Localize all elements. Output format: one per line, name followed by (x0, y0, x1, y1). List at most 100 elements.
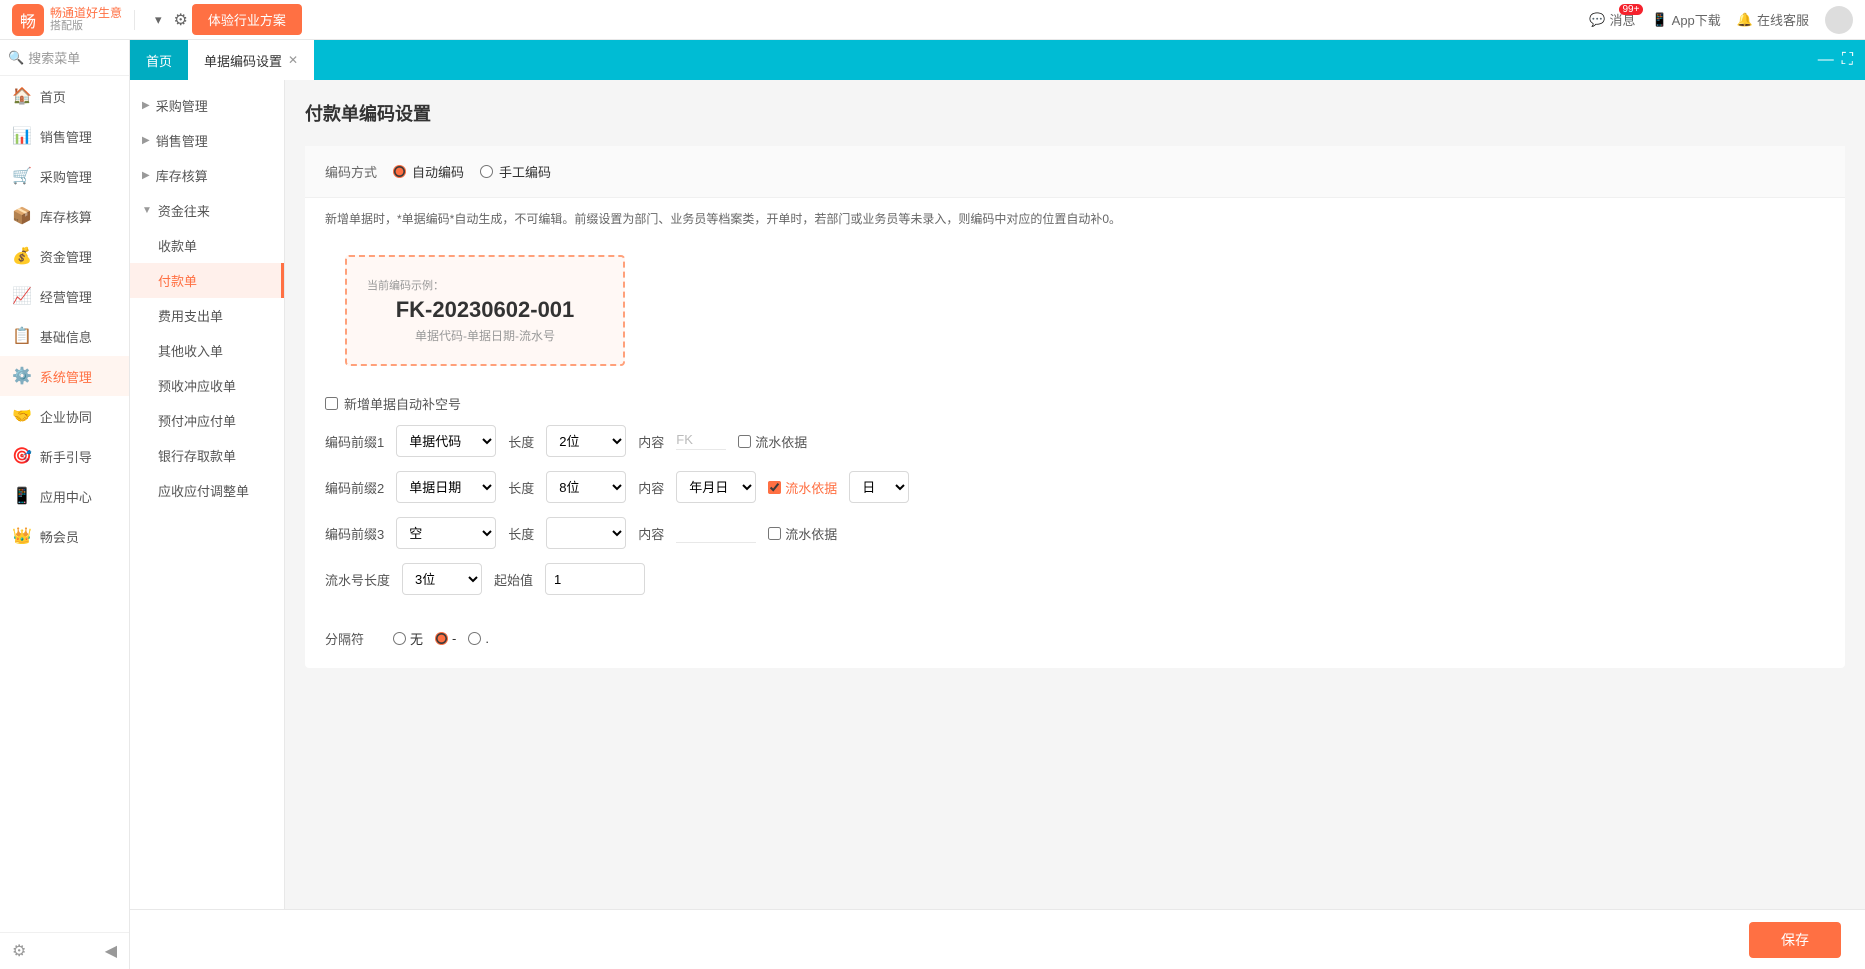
sep-dash[interactable]: - (435, 631, 456, 646)
sub-menu-inventory: ▶ 库存核算 (130, 158, 284, 193)
inventory-arrow-icon: ▶ (142, 170, 150, 181)
auto-fill-row: 新增单据自动补空号 (305, 390, 1845, 425)
bottom-collapse-icon[interactable]: ◀ (105, 941, 117, 961)
sep-none-input[interactable] (393, 632, 406, 645)
sub-menu-expense[interactable]: 费用支出单 (130, 298, 284, 333)
operations-icon: 📈 (12, 286, 32, 306)
sidebar-item-enterprise[interactable]: 🤝 企业协同 (0, 396, 129, 436)
sidebar-item-appcenter[interactable]: 📱 应用中心 (0, 476, 129, 516)
sidebar-item-basic[interactable]: 📋 基础信息 (0, 316, 129, 356)
radio-manual[interactable]: 手工编码 (480, 162, 551, 181)
sep-none[interactable]: 无 (393, 629, 423, 648)
prefix1-select[interactable]: 单据代码 空 部门 (396, 425, 496, 457)
topbar: 畅 畅通道好生意 搭配版 ▾ ⚙ 体验行业方案 💬 消息 99+ 📱 App下载… (0, 0, 1865, 40)
tab-minimize-icon[interactable]: — (1818, 51, 1834, 69)
content2-select[interactable]: 年月日 年月 年 (676, 471, 756, 503)
sidebar-item-sales[interactable]: 📊 销售管理 (0, 116, 129, 156)
sub-menu-bank-deposit[interactable]: 银行存取款单 (130, 438, 284, 473)
encode-method-label: 编码方式 (325, 162, 377, 181)
day-select[interactable]: 日 月 年 (849, 471, 909, 503)
sales-arrow-icon: ▶ (142, 135, 150, 146)
tab-bar-actions: — ⛶ (1806, 51, 1865, 69)
capital-children: 收款单 付款单 费用支出单 其他收入单 预收冲应收单 预付冲应付单 银行存取款单… (130, 228, 284, 508)
sep-dot-input[interactable] (468, 632, 481, 645)
sidebar-item-newguide[interactable]: 🎯 新手引导 (0, 436, 129, 476)
radio-auto-input[interactable] (393, 165, 406, 178)
sidebar-item-purchase[interactable]: 🛒 采购管理 (0, 156, 129, 196)
prefix3-row: 编码前缀3 空 单据代码 部门 长度 内容 (325, 517, 1825, 549)
service-icon: 🔔 (1737, 12, 1753, 28)
prefix3-select[interactable]: 空 单据代码 部门 (396, 517, 496, 549)
logo-text: 畅通道好生意 搭配版 (50, 6, 122, 34)
serial-check2-input[interactable] (768, 481, 781, 494)
length1-label: 长度 (508, 432, 534, 451)
tab-serial-settings[interactable]: 单据编码设置 ✕ (188, 40, 314, 80)
app-download-item[interactable]: 📱 App下载 (1651, 10, 1720, 29)
sub-menu-capital-title[interactable]: ▼ 资金往来 (130, 193, 284, 228)
sidebar-item-inventory[interactable]: 📦 库存核算 (0, 196, 129, 236)
inventory-icon: 📦 (12, 206, 32, 226)
tab-maximize-icon[interactable]: ⛶ (1842, 51, 1853, 69)
serial-length-select[interactable]: 3位 4位 5位 (402, 563, 482, 595)
logo-icon: 畅 (12, 4, 44, 36)
length3-select[interactable] (546, 517, 626, 549)
sub-menu-purchase-title[interactable]: ▶ 采购管理 (130, 88, 284, 123)
sep-dot[interactable]: . (468, 631, 489, 646)
sub-menu-payment[interactable]: 付款单 (130, 263, 284, 298)
bottom-settings-icon[interactable]: ⚙ (12, 941, 26, 961)
serial-row: 流水号长度 3位 4位 5位 起始值 (325, 563, 1825, 595)
sidebar-search[interactable]: 🔍 搜索菜单 (0, 40, 129, 76)
tab-bar: 首页 单据编码设置 ✕ — ⛶ (130, 40, 1865, 80)
sub-menu-receipt[interactable]: 收款单 (130, 228, 284, 263)
radio-manual-input[interactable] (480, 165, 493, 178)
prefix2-select[interactable]: 单据日期 空 部门 (396, 471, 496, 503)
radio-auto[interactable]: 自动编码 (393, 162, 464, 181)
tab-home[interactable]: 首页 (130, 40, 188, 80)
sub-menu-other-income[interactable]: 其他收入单 (130, 333, 284, 368)
prefix2-label: 编码前缀2 (325, 478, 384, 497)
page-title: 付款单编码设置 (305, 100, 1845, 126)
sub-menu-prepay-receive[interactable]: 预收冲应收单 (130, 368, 284, 403)
serial-check3[interactable]: 流水依据 (768, 524, 837, 543)
content1-value: FK (676, 432, 726, 450)
home-icon: 🏠 (12, 86, 32, 106)
prefix1-label: 编码前缀1 (325, 432, 384, 451)
serial-check2[interactable]: 流水依据 (768, 478, 837, 497)
save-button[interactable]: 保存 (1749, 922, 1841, 958)
trial-button[interactable]: 体验行业方案 (192, 4, 302, 35)
settings-icon[interactable]: ⚙ (174, 10, 188, 30)
sidebar-item-operations[interactable]: 📈 经营管理 (0, 276, 129, 316)
length2-label: 长度 (508, 478, 534, 497)
sidebar-item-home[interactable]: 🏠 首页 (0, 76, 129, 116)
serial-check1[interactable]: 流水依据 (738, 432, 807, 451)
sub-menu-sales-title[interactable]: ▶ 销售管理 (130, 123, 284, 158)
user-avatar[interactable] (1825, 6, 1853, 34)
start-value-input[interactable] (545, 563, 645, 595)
online-service-item[interactable]: 🔔 在线客服 (1737, 10, 1809, 29)
prefix1-row: 编码前缀1 单据代码 空 部门 长度 2位 4位 6位 (325, 425, 1825, 457)
sep-dash-input[interactable] (435, 632, 448, 645)
sub-menu-inventory-title[interactable]: ▶ 库存核算 (130, 158, 284, 193)
tab-close-icon[interactable]: ✕ (288, 53, 298, 67)
preview-code: FK-20230602-001 (367, 297, 603, 323)
sub-menu-ar-ap-adjust[interactable]: 应收应付调整单 (130, 473, 284, 508)
sub-menu-purchase: ▶ 采购管理 (130, 88, 284, 123)
auto-fill-checkbox[interactable] (325, 397, 338, 410)
topbar-right: 💬 消息 99+ 📱 App下载 🔔 在线客服 (1589, 6, 1853, 34)
dropdown-arrow-icon: ▾ (155, 12, 162, 28)
sub-menu-prepay-pay[interactable]: 预付冲应付单 (130, 403, 284, 438)
purchase-icon: 🛒 (12, 166, 32, 186)
sales-icon: 📊 (12, 126, 32, 146)
sidebar-item-member[interactable]: 👑 畅会员 (0, 516, 129, 556)
newguide-icon: 🎯 (12, 446, 32, 466)
serial-check3-input[interactable] (768, 527, 781, 540)
sidebar: 🔍 搜索菜单 🏠 首页 📊 销售管理 🛒 采购管理 📦 库存核算 💰 资金管理 … (0, 40, 130, 969)
sidebar-item-finance[interactable]: 💰 资金管理 (0, 236, 129, 276)
topbar-dropdown[interactable]: ▾ (147, 8, 170, 32)
serial-check1-input[interactable] (738, 435, 751, 448)
capital-arrow-icon: ▼ (142, 205, 152, 216)
length1-select[interactable]: 2位 4位 6位 (546, 425, 626, 457)
length2-select[interactable]: 8位 4位 6位 (546, 471, 626, 503)
sidebar-item-system[interactable]: ⚙️ 系统管理 (0, 356, 129, 396)
messages-item[interactable]: 💬 消息 99+ (1589, 10, 1635, 29)
